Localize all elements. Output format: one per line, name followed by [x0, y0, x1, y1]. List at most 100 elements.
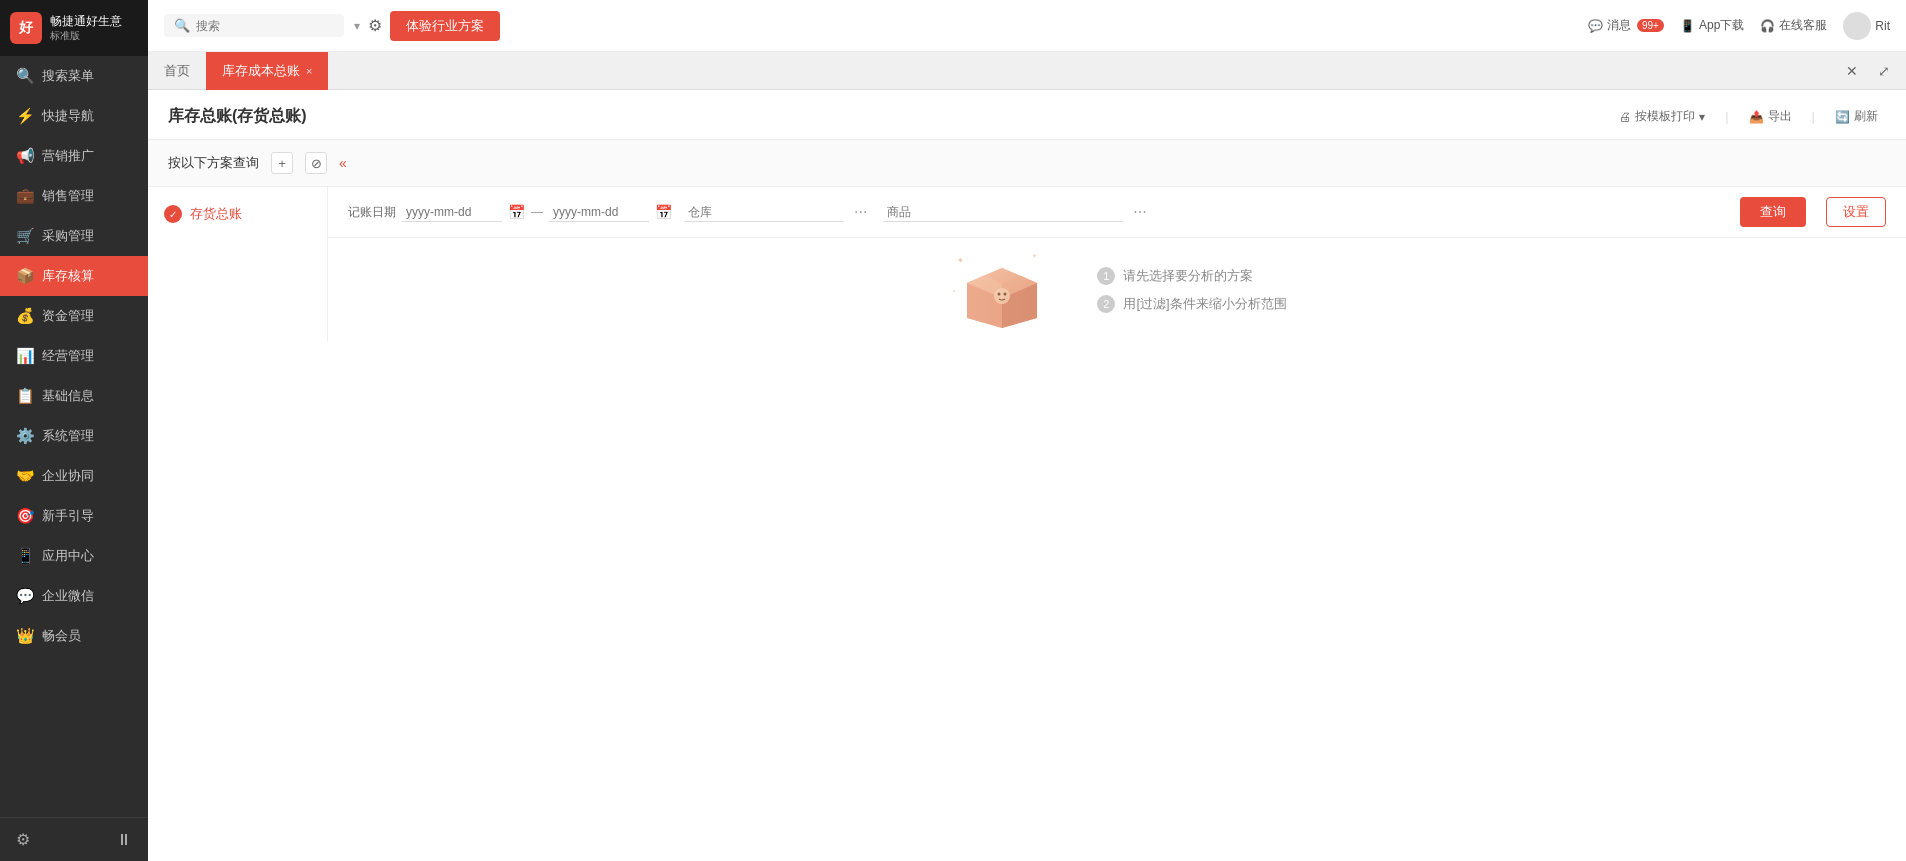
sales-icon: 💼: [16, 187, 34, 205]
date-separator: —: [531, 205, 543, 219]
sidebar-item-newbie[interactable]: 🎯 新手引导: [0, 496, 148, 536]
topbar: 🔍 ▾ ⚙ 体验行业方案 💬 消息 99+ 📱 App下载 🎧 在线客服: [148, 0, 1906, 52]
sidebar-item-label: 新手引导: [42, 507, 94, 525]
online-service-label: 在线客服: [1779, 17, 1827, 34]
app-download-label: App下载: [1699, 17, 1744, 34]
enterprise-icon: 🤝: [16, 467, 34, 485]
sidebar-item-label: 基础信息: [42, 387, 94, 405]
user-avatar: [1843, 12, 1871, 40]
sidebar-item-purchase[interactable]: 🛒 采购管理: [0, 216, 148, 256]
refresh-label: 刷新: [1854, 108, 1878, 125]
content-layout: 存货总账 记账日期 📅 — 📅: [148, 187, 1906, 341]
tab-expand-btn[interactable]: ⤢: [1870, 57, 1898, 85]
sidebar-item-member[interactable]: 👑 畅会员: [0, 616, 148, 656]
logo-text-block: 畅捷通好生意 标准版: [50, 13, 122, 44]
main-area: 🔍 ▾ ⚙ 体验行业方案 💬 消息 99+ 📱 App下载 🎧 在线客服: [148, 0, 1906, 861]
date-end-icon[interactable]: 📅: [655, 204, 672, 220]
sidebar-item-system[interactable]: ⚙️ 系统管理: [0, 416, 148, 456]
topbar-gear-icon[interactable]: ⚙: [368, 16, 382, 35]
industry-btn[interactable]: 体验行业方案: [390, 11, 500, 41]
sidebar-item-apps[interactable]: 📱 应用中心: [0, 536, 148, 576]
tab-close-icon[interactable]: ×: [306, 65, 312, 77]
tab-close-panel-btn[interactable]: ✕: [1838, 57, 1866, 85]
message-btn[interactable]: 💬 消息 99+: [1588, 17, 1664, 34]
user-info[interactable]: Rit: [1843, 12, 1890, 40]
product-more-icon[interactable]: ···: [1129, 203, 1150, 221]
sidebar-item-sales[interactable]: 💼 销售管理: [0, 176, 148, 216]
query-button[interactable]: 查询: [1740, 197, 1806, 227]
newbie-icon: 🎯: [16, 507, 34, 525]
date-start-input[interactable]: [402, 203, 502, 222]
scheme-item-label: 存货总账: [190, 205, 242, 223]
tab-inventory-ledger[interactable]: 库存成本总账 ×: [206, 52, 328, 90]
member-icon: 👑: [16, 627, 34, 645]
date-start-icon[interactable]: 📅: [508, 204, 525, 220]
scheme-check-icon: [164, 205, 182, 223]
svg-text:✦: ✦: [1032, 253, 1037, 259]
empty-tip-2: 2 用[过滤]条件来缩小分析范围: [1097, 295, 1286, 313]
svg-point-8: [1004, 293, 1007, 296]
tab-active-label: 库存成本总账: [222, 62, 300, 80]
topbar-search-icon: 🔍: [174, 18, 190, 33]
right-content: 记账日期 📅 — 📅 ··· ·: [328, 187, 1906, 341]
empty-state: ✦ ✦ ✦ 1 请先选择要分析的方案 2: [328, 238, 1906, 341]
sidebar-item-wechat[interactable]: 💬 企业微信: [0, 576, 148, 616]
scheme-panel: 存货总账: [148, 187, 328, 341]
sidebar-item-label: 营销推广: [42, 147, 94, 165]
sidebar-item-label: 经营管理: [42, 347, 94, 365]
finance-icon: 💰: [16, 307, 34, 325]
topbar-search-box[interactable]: 🔍: [164, 14, 344, 37]
dropdown-chevron-icon[interactable]: ▾: [354, 19, 360, 33]
svg-point-7: [998, 293, 1001, 296]
tab-home[interactable]: 首页: [148, 52, 206, 90]
user-name: Rit: [1875, 19, 1890, 33]
warehouse-input[interactable]: [684, 203, 844, 222]
refresh-icon: 🔄: [1835, 110, 1850, 124]
svg-text:✦: ✦: [952, 288, 956, 294]
empty-illustration: ✦ ✦ ✦: [947, 238, 1057, 341]
filter-clear-btn[interactable]: ⊘: [305, 152, 327, 174]
online-service-btn[interactable]: 🎧 在线客服: [1760, 17, 1827, 34]
export-btn[interactable]: 📤 导出: [1741, 104, 1800, 129]
filter-collapse-btn[interactable]: «: [339, 155, 347, 171]
empty-tips: 1 请先选择要分析的方案 2 用[过滤]条件来缩小分析范围: [1097, 267, 1286, 313]
sidebar-item-inventory[interactable]: 📦 库存核算: [0, 256, 148, 296]
scheme-item-inventory-ledger[interactable]: 存货总账: [148, 197, 327, 231]
settings-button[interactable]: 设置: [1826, 197, 1886, 227]
tip-text-1: 请先选择要分析的方案: [1123, 267, 1253, 285]
warehouse-more-icon[interactable]: ···: [850, 203, 871, 221]
action-divider2: |: [1812, 109, 1815, 124]
product-filter-section: ···: [883, 203, 1150, 222]
collapse-icon[interactable]: ⏸: [116, 831, 132, 849]
logo-icon: 好: [10, 12, 42, 44]
system-icon: ⚙️: [16, 427, 34, 445]
app-download-btn[interactable]: 📱 App下载: [1680, 17, 1744, 34]
sidebar-item-search[interactable]: 🔍 搜索菜单: [0, 56, 148, 96]
app-badge: 标准版: [50, 29, 122, 43]
sidebar-item-basic[interactable]: 📋 基础信息: [0, 376, 148, 416]
print-btn[interactable]: 🖨 按模板打印 ▾: [1611, 104, 1713, 129]
sidebar-item-marketing[interactable]: 📢 营销推广: [0, 136, 148, 176]
date-end-input[interactable]: [549, 203, 649, 222]
topbar-search-input[interactable]: [196, 19, 316, 33]
apps-icon: 📱: [16, 547, 34, 565]
wechat-icon: 💬: [16, 587, 34, 605]
sidebar-item-enterprise[interactable]: 🤝 企业协同: [0, 456, 148, 496]
sidebar-item-operation[interactable]: 📊 经营管理: [0, 336, 148, 376]
refresh-btn[interactable]: 🔄 刷新: [1827, 104, 1886, 129]
message-badge: 99+: [1637, 19, 1664, 32]
filter-add-btn[interactable]: +: [271, 152, 293, 174]
sidebar-item-quick-nav[interactable]: ⚡ 快捷导航: [0, 96, 148, 136]
sidebar-item-label: 畅会员: [42, 627, 81, 645]
sidebar-item-label: 资金管理: [42, 307, 94, 325]
topbar-center: ▾ ⚙ 体验行业方案: [354, 11, 1578, 41]
sidebar-item-finance[interactable]: 💰 资金管理: [0, 296, 148, 336]
sidebar-item-label: 系统管理: [42, 427, 94, 445]
sidebar-item-label: 企业微信: [42, 587, 94, 605]
product-input[interactable]: [883, 203, 1123, 222]
purchase-icon: 🛒: [16, 227, 34, 245]
print-icon: 🖨: [1619, 110, 1631, 124]
tabs-right-actions: ✕ ⤢: [1838, 57, 1906, 85]
settings-icon[interactable]: ⚙: [16, 830, 30, 849]
filter-row: 记账日期 📅 — 📅 ··· ·: [328, 187, 1906, 238]
